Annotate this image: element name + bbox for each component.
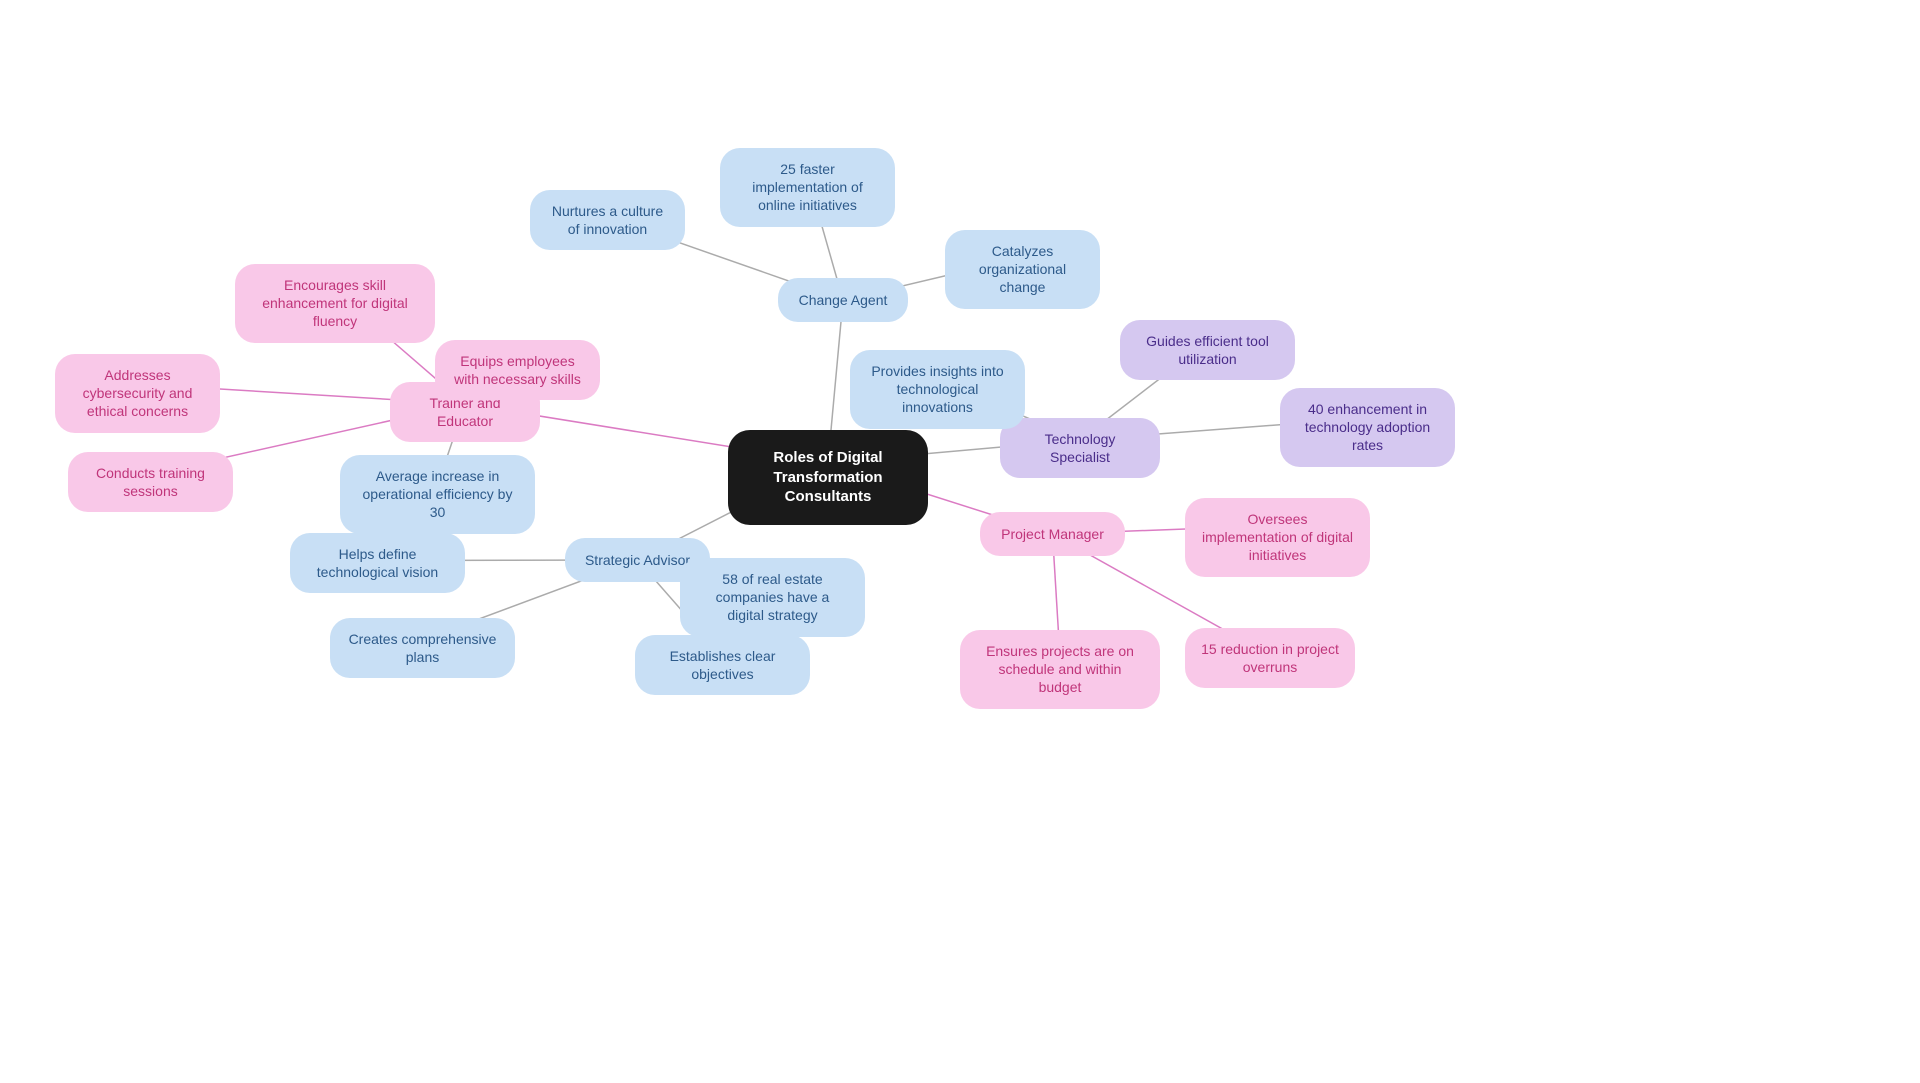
node-provides_insights: Provides insights into technological inn… (850, 350, 1025, 429)
node-helps_define: Helps define technological vision (290, 533, 465, 593)
node-establishes_objectives: Establishes clear objectives (635, 635, 810, 695)
node-catalyzes_change: Catalyzes organizational change (945, 230, 1100, 309)
node-encourages_skill: Encourages skill enhancement for digital… (235, 264, 435, 343)
node-nurtures_culture: Nurtures a culture of innovation (530, 190, 685, 250)
node-center: Roles of Digital Transformation Consulta… (728, 430, 928, 525)
node-addresses_cyber: Addresses cybersecurity and ethical conc… (55, 354, 220, 433)
node-conducts_training: Conducts training sessions (68, 452, 233, 512)
node-creates_plans: Creates comprehensive plans (330, 618, 515, 678)
node-faster_implementation: 25 faster implementation of online initi… (720, 148, 895, 227)
node-equips_employees: Equips employees with necessary skills (435, 340, 600, 400)
node-enhancement_adoption: 40 enhancement in technology adoption ra… (1280, 388, 1455, 467)
node-ensures_schedule: Ensures projects are on schedule and wit… (960, 630, 1160, 709)
mindmap-container: Roles of Digital Transformation Consulta… (0, 0, 1920, 1083)
node-real_estate: 58 of real estate companies have a digit… (680, 558, 865, 637)
connections-svg (0, 0, 1920, 1083)
node-reduction_overruns: 15 reduction in project overruns (1185, 628, 1355, 688)
node-guides_tool: Guides efficient tool utilization (1120, 320, 1295, 380)
node-oversees_implementation: Oversees implementation of digital initi… (1185, 498, 1370, 577)
node-technology_specialist: Technology Specialist (1000, 418, 1160, 478)
node-project_manager: Project Manager (980, 512, 1125, 556)
node-avg_efficiency: Average increase in operational efficien… (340, 455, 535, 534)
node-change_agent: Change Agent (778, 278, 908, 322)
